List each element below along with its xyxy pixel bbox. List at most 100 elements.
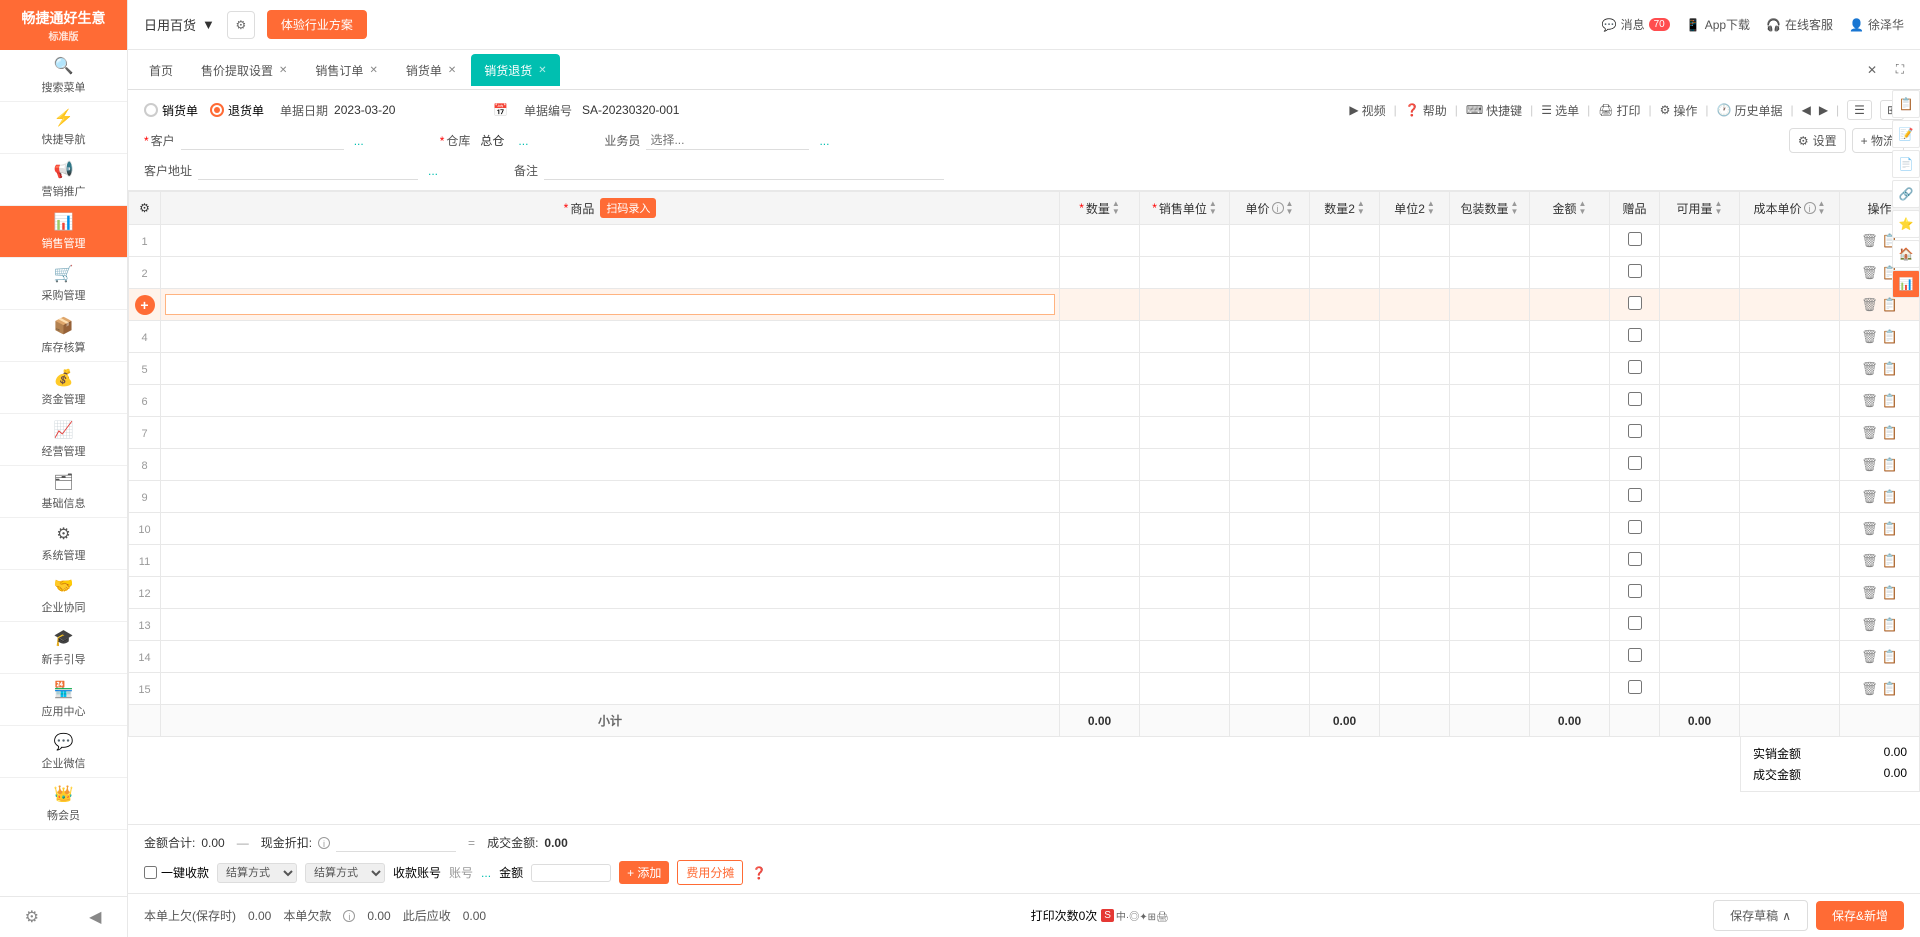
row-delete-icon-9[interactable]: 🗑 [1861,489,1878,505]
unit-price-sort-icon[interactable]: ▲▼ [1286,200,1294,216]
video-help-btn[interactable]: ▶ 视频 [1349,102,1385,119]
calendar-icon[interactable]: 📅 [493,103,508,117]
save-new-btn[interactable]: 保存&新增 [1816,901,1904,930]
rp-icon-3[interactable]: 📄 [1892,150,1920,178]
unit2-sort-icon[interactable]: ▲▼ [1427,200,1435,216]
summary-method-select[interactable]: 结算方式 [305,863,385,883]
tab-sale-order[interactable]: 销售订单✕ [302,54,390,86]
one-key-collect-check[interactable] [144,866,157,879]
settings-gear-btn[interactable]: ⚙ [227,11,255,39]
row-copy-icon-9[interactable]: 📋 [1882,489,1898,505]
sidebar-item-purchase[interactable]: 🛒采购管理 [0,258,127,310]
sidebar-item-search[interactable]: 🔍搜索菜单 [0,50,127,102]
message-btn[interactable]: 💬 消息 70 [1602,16,1670,33]
sidebar-collapse-btn[interactable]: ◀ [64,897,128,937]
gift-checkbox-10[interactable] [1628,520,1642,534]
list-view-btn[interactable]: ☰ [1847,100,1872,120]
gift-checkbox-6[interactable] [1628,392,1642,406]
cost-sort-icon[interactable]: ▲▼ [1818,200,1826,216]
warehouse-dots-btn[interactable]: ... [518,134,528,148]
payment-amount-input[interactable] [531,864,611,882]
gift-checkbox-14[interactable] [1628,648,1642,662]
tab-close-btn[interactable]: ✕ [1860,58,1884,82]
sidebar-item-newbie[interactable]: 🎓新手引导 [0,622,127,674]
sidebar-item-wechat[interactable]: 💬企业微信 [0,726,127,778]
row-copy-icon-7[interactable]: 📋 [1882,425,1898,441]
gift-checkbox-4[interactable] [1628,328,1642,342]
row-copy-icon-11[interactable]: 📋 [1882,553,1898,569]
address-dots-btn[interactable]: ... [428,164,438,178]
fee-split-help-icon[interactable]: ❓ [751,866,766,880]
radio-return[interactable]: 退货单 [210,102,264,119]
sidebar-item-marketing[interactable]: 📢营销推广 [0,154,127,206]
calc-method-select[interactable]: 结算方式 [217,863,297,883]
cost-price-info-icon[interactable]: i [1804,202,1816,214]
online-service-btn[interactable]: 🎧 在线客服 [1766,16,1833,33]
row-delete-icon-2[interactable]: 🗑 [1861,265,1878,281]
sidebar-settings-btn[interactable]: ⚙ [0,897,64,937]
row-delete-icon-14[interactable]: 🗑 [1861,649,1878,665]
one-key-collect-checkbox[interactable]: 一键收款 [144,864,209,881]
row-copy-icon-14[interactable]: 📋 [1882,649,1898,665]
row-copy-icon-13[interactable]: 📋 [1882,617,1898,633]
row-delete-icon-8[interactable]: 🗑 [1861,457,1878,473]
rp-icon-5[interactable]: ⭐ [1892,210,1920,238]
trial-btn[interactable]: 体验行业方案 [267,10,367,39]
sidebar-item-enterprise[interactable]: 🤝企业协同 [0,570,127,622]
tab-close-sale-price[interactable]: ✕ [279,65,287,76]
account-dots-btn[interactable]: ... [481,866,491,880]
row-copy-icon-8[interactable]: 📋 [1882,457,1898,473]
gift-checkbox-8[interactable] [1628,456,1642,470]
scan-input-btn[interactable]: 扫码录入 [600,198,656,218]
user-profile-btn[interactable]: 👤 徐泽华 [1849,16,1904,33]
row-delete-icon-5[interactable]: 🗑 [1861,361,1878,377]
row-delete-icon-11[interactable]: 🗑 [1861,553,1878,569]
gift-checkbox-3[interactable] [1628,296,1642,310]
rp-icon-4[interactable]: 🔗 [1892,180,1920,208]
gear-icon[interactable]: ⚙ [139,201,150,215]
nav-next-btn[interactable]: ▶ [1819,103,1828,117]
customer-dots-btn[interactable]: ... [354,134,364,148]
rp-icon-1[interactable]: 📋 [1892,90,1920,118]
sidebar-item-finance[interactable]: 💰资金管理 [0,362,127,414]
sidebar-item-quick-nav[interactable]: ⚡快捷导航 [0,102,127,154]
row-copy-icon-5[interactable]: 📋 [1882,361,1898,377]
sale-unit-sort-icon[interactable]: ▲▼ [1209,200,1217,216]
tab-home[interactable]: 首页 [136,54,186,86]
operate-btn[interactable]: ⚙ 操作 [1660,102,1698,119]
sidebar-item-app-center[interactable]: 🏪应用中心 [0,674,127,726]
shortcut-btn[interactable]: ⌨ 快捷键 [1466,102,1522,119]
sidebar-item-sales[interactable]: 📊销售管理 [0,206,127,258]
pack-sort-icon[interactable]: ▲▼ [1511,200,1519,216]
print-btn[interactable]: 🖨 打印 [1598,102,1640,119]
row-copy-icon-10[interactable]: 📋 [1882,521,1898,537]
sidebar-item-basic[interactable]: 🗂基础信息 [0,466,127,518]
gift-checkbox-11[interactable] [1628,552,1642,566]
staff-dots-btn[interactable]: ... [819,134,829,148]
row-copy-icon-4[interactable]: 📋 [1882,329,1898,345]
tab-close-sale-order[interactable]: ✕ [369,65,377,76]
fee-split-btn[interactable]: 费用分摊 [677,860,743,885]
amount-sort-icon[interactable]: ▲▼ [1579,200,1587,216]
row-delete-icon-13[interactable]: 🗑 [1861,617,1878,633]
add-payment-btn[interactable]: + 添加 [619,861,669,884]
row-copy-icon-15[interactable]: 📋 [1882,681,1898,697]
qty-sort-icon[interactable]: ▲▼ [1112,200,1120,216]
context-selector[interactable]: 日用百货 ▼ [144,15,215,34]
settings-btn[interactable]: ⚙ 设置 [1789,128,1846,153]
row-delete-icon-10[interactable]: 🗑 [1861,521,1878,537]
tab-sale-out[interactable]: 销货单✕ [393,54,469,86]
row-copy-icon-12[interactable]: 📋 [1882,585,1898,601]
gift-checkbox-9[interactable] [1628,488,1642,502]
cash-discount-info-icon[interactable]: i [318,837,330,849]
goods-input-3[interactable] [165,294,1055,315]
qty2-sort-icon[interactable]: ▲▼ [1357,200,1365,216]
row-delete-icon-6[interactable]: 🗑 [1861,393,1878,409]
sidebar-item-member[interactable]: 👑畅会员 [0,778,127,830]
rp-icon-7[interactable]: 📊 [1892,270,1920,298]
sidebar-item-inventory[interactable]: 📦库存核算 [0,310,127,362]
select-order-btn[interactable]: ☰ 选单 [1541,102,1579,119]
rp-icon-6[interactable]: 🏠 [1892,240,1920,268]
row-copy-icon-3[interactable]: 📋 [1882,297,1898,313]
tab-sale-return[interactable]: 销货退货✕ [471,54,559,86]
